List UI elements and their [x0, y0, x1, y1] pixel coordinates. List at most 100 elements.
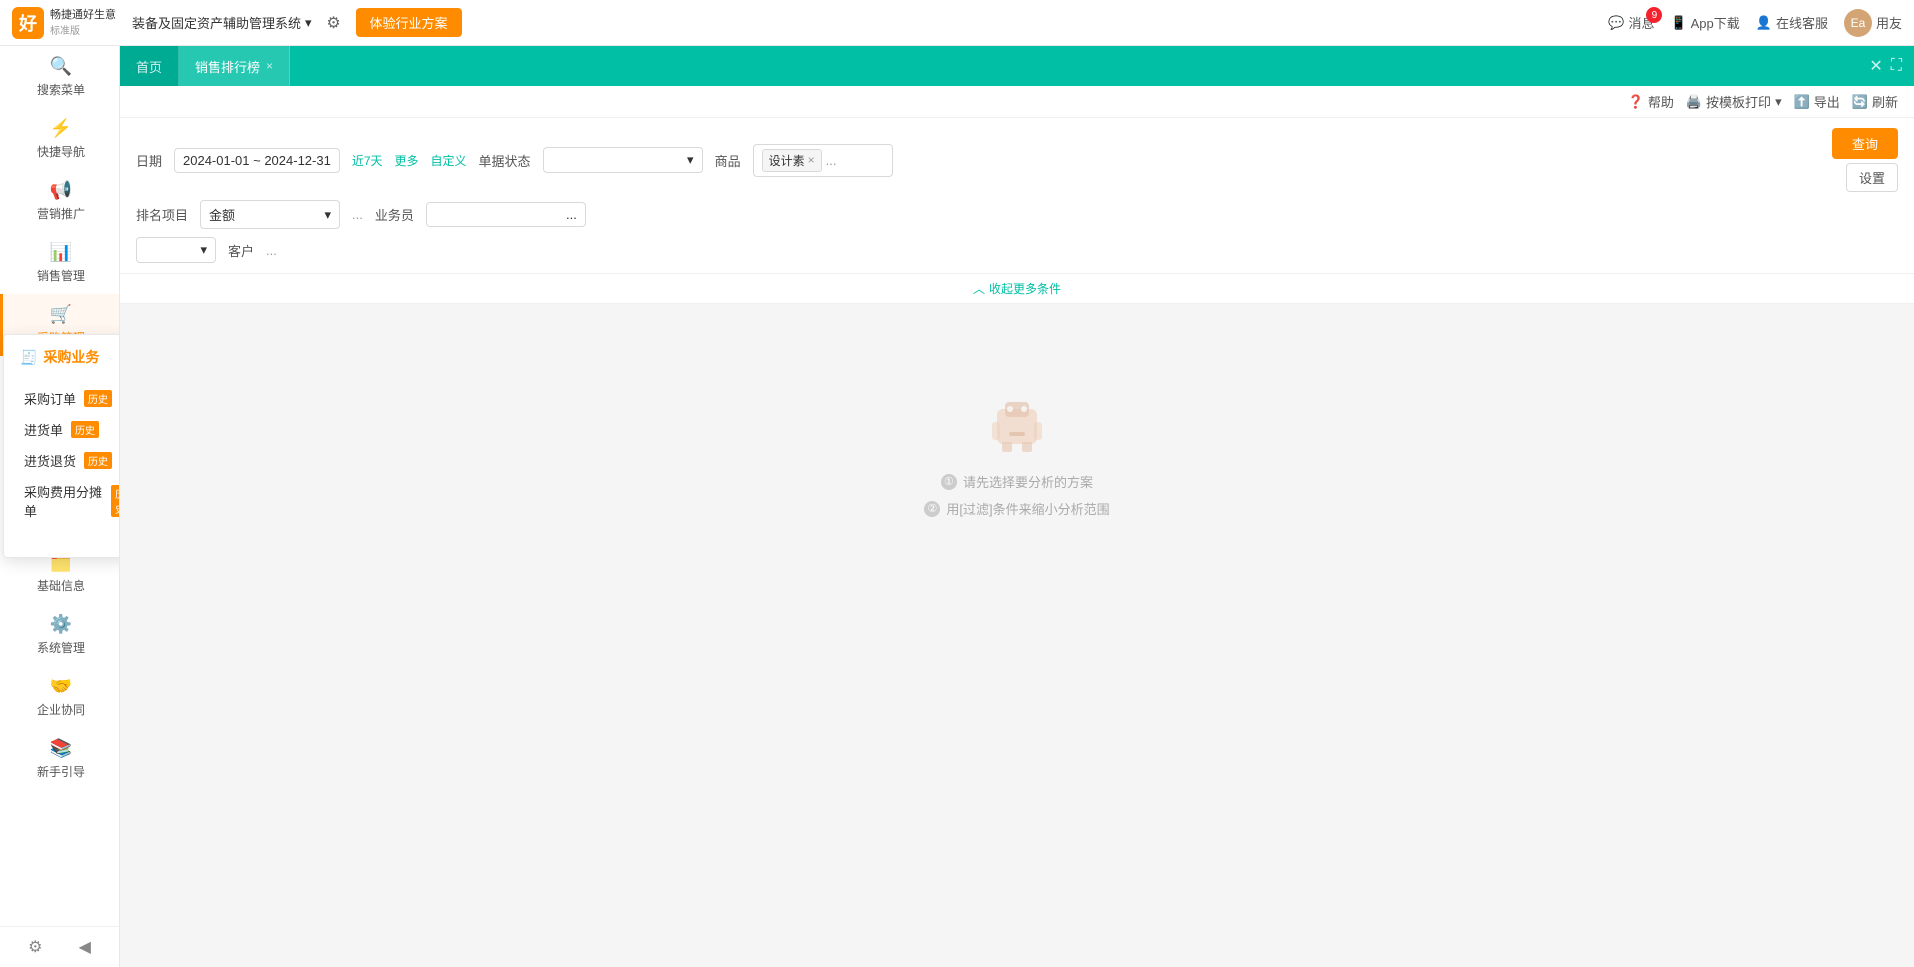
- sidebar-settings-btn[interactable]: ⚙: [28, 937, 42, 957]
- marketing-icon: 📢: [50, 180, 72, 201]
- goods-tag: 设计素 ×: [762, 149, 822, 172]
- online-service-label: 在线客服: [1776, 13, 1828, 32]
- print-action[interactable]: 🖨️ 按模板打印 ▾: [1686, 92, 1782, 111]
- goods-dots[interactable]: ...: [826, 153, 837, 168]
- sidebar-item-newbie[interactable]: 📚 新手引导: [0, 728, 119, 790]
- customer-row-chevron: ▾: [200, 242, 207, 258]
- empty-text-2: 用[过滤]条件来缩小分析范围: [946, 499, 1109, 518]
- return-history-tag: 历史: [84, 452, 112, 469]
- tab-close-btn[interactable]: ✕: [1869, 56, 1882, 76]
- popup-item-po[interactable]: 采购订单 历史: [20, 383, 120, 414]
- system-title-chevron[interactable]: ▾: [305, 15, 312, 31]
- rank-dots[interactable]: ...: [352, 207, 363, 222]
- tab-expand-btn[interactable]: ⛶: [1891, 57, 1902, 75]
- date-shortcut-custom[interactable]: 自定义: [431, 152, 467, 169]
- filter-row-3: ▾ 客户 ...: [136, 237, 1898, 263]
- hint-num-1: ①: [941, 474, 957, 490]
- date-range-value: 2024-01-01 ~ 2024-12-31: [183, 153, 331, 168]
- customer-dots[interactable]: ...: [266, 243, 277, 258]
- logo-icon: 好: [12, 7, 44, 39]
- tab-bar: 首页 销售排行榜 × ✕ ⛶: [120, 46, 1914, 86]
- goods-select[interactable]: 设计素 × ...: [753, 144, 893, 177]
- settings-icon-btn[interactable]: ⚙: [320, 9, 348, 37]
- popup-item-receipt[interactable]: 进货单 历史: [20, 414, 120, 445]
- message-badge: 9: [1646, 7, 1662, 23]
- refresh-action[interactable]: 🔄 刷新: [1852, 92, 1898, 111]
- message-btn[interactable]: 💬 消息 9: [1608, 13, 1654, 32]
- app-download-btn[interactable]: 📱 App下载: [1670, 13, 1739, 32]
- voucher-status-select[interactable]: ▾: [543, 147, 703, 173]
- system-title: 装备及固定资产辅助管理系统 ▾: [132, 13, 312, 32]
- collapse-up-icon: ︿: [973, 280, 985, 297]
- export-action[interactable]: ⬆️ 导出: [1794, 92, 1840, 111]
- filter-bar: 日期 2024-01-01 ~ 2024-12-31 近7天 更多 自定义 单据…: [120, 118, 1914, 274]
- empty-hint-2: ② 用[过滤]条件来缩小分析范围: [924, 499, 1109, 518]
- salesperson-label: 业务员: [375, 205, 414, 224]
- tab-sales-rank-label: 销售排行榜: [195, 57, 260, 76]
- goods-tag-text: 设计素: [769, 152, 805, 169]
- sidebar-item-sales[interactable]: 📊 销售管理: [0, 232, 119, 294]
- hint-num-2: ②: [924, 501, 940, 517]
- sidebar-item-marketing[interactable]: 📢 营销推广: [0, 170, 119, 232]
- main-content: 首页 销售排行榜 × ✕ ⛶ ❓ 帮助 🖨: [120, 46, 1914, 967]
- rank-value: 金额: [209, 205, 235, 224]
- purchase-icon: 🛒: [50, 304, 72, 325]
- export-label: 导出: [1814, 92, 1840, 111]
- receipt-label: 进货单: [24, 420, 63, 439]
- print-chevron[interactable]: ▾: [1775, 94, 1782, 110]
- tab-home-label: 首页: [136, 57, 162, 76]
- print-label: 按模板打印: [1706, 92, 1771, 111]
- voucher-status-label: 单据状态: [479, 151, 531, 170]
- content-area: ❓ 帮助 🖨️ 按模板打印 ▾ ⬆️ 导出 🔄 刷新: [120, 86, 1914, 967]
- nav-right: 💬 消息 9 📱 App下载 👤 在线客服 Ea 用友: [1608, 9, 1902, 37]
- rank-select[interactable]: 金额 ▾: [200, 200, 340, 229]
- popup-menu-inner: 🧾 采购业务 采购订单 历史 进货单 历史 进货退货: [20, 347, 120, 545]
- sidebar-item-purchase[interactable]: 🛒 采购管理 🧾 采购业务 采购订单 历史: [0, 294, 119, 356]
- tab-sales-rank[interactable]: 销售排行榜 ×: [179, 46, 290, 86]
- sidebar-bottom: ⚙ ◀: [0, 926, 119, 967]
- goods-label: 商品: [715, 151, 741, 170]
- tab-home[interactable]: 首页: [120, 46, 179, 86]
- sidebar: 🔍 搜索菜单 ⚡ 快捷导航 📢 营销推广 📊 销售管理 🛒 采购管理 🧾: [0, 46, 120, 967]
- popup-item-cost[interactable]: 采购费用分摊单 历史: [20, 476, 120, 526]
- search-btn[interactable]: 查询: [1832, 128, 1898, 159]
- sidebar-item-system[interactable]: ⚙️ 系统管理: [0, 604, 119, 666]
- salesperson-select[interactable]: ...: [426, 202, 586, 227]
- sidebar-collapse-btn[interactable]: ◀: [79, 937, 91, 957]
- sidebar-item-search[interactable]: 🔍 搜索菜单: [0, 46, 119, 108]
- sidebar-label-system: 系统管理: [37, 639, 85, 656]
- help-label: 帮助: [1648, 92, 1674, 111]
- message-icon: 💬: [1608, 15, 1624, 31]
- cost-label: 采购费用分摊单: [24, 482, 103, 520]
- po-label: 采购订单: [24, 389, 76, 408]
- popup-col-purchase-title: 🧾 采购业务: [20, 347, 120, 373]
- date-label: 日期: [136, 151, 162, 170]
- top-header: 好 畅捷通好生意 标准版 装备及固定资产辅助管理系统 ▾ ⚙ 体验行业方案 💬 …: [0, 0, 1914, 46]
- logo-name: 畅捷通好生意: [50, 8, 116, 22]
- setting-btn[interactable]: 设置: [1846, 163, 1898, 192]
- goods-tag-close[interactable]: ×: [808, 153, 815, 167]
- tab-bar-right: ✕ ⛶: [1869, 46, 1914, 86]
- industry-btn[interactable]: 体验行业方案: [356, 8, 462, 37]
- sidebar-label-base: 基础信息: [37, 577, 85, 594]
- avatar: Ea: [1844, 9, 1872, 37]
- help-action[interactable]: ❓ 帮助: [1628, 92, 1674, 111]
- content-scroll: ❓ 帮助 🖨️ 按模板打印 ▾ ⬆️ 导出 🔄 刷新: [120, 86, 1914, 967]
- date-shortcut-more[interactable]: 更多: [395, 152, 419, 169]
- sidebar-item-coop[interactable]: 🤝 企业协同: [0, 666, 119, 728]
- popup-item-return[interactable]: 进货退货 历史: [20, 445, 120, 476]
- purchase-col-icon: 🧾: [20, 349, 37, 366]
- filter-toolbar: ❓ 帮助 🖨️ 按模板打印 ▾ ⬆️ 导出 🔄 刷新: [120, 86, 1914, 118]
- sidebar-item-quick-nav[interactable]: ⚡ 快捷导航: [0, 108, 119, 170]
- date-shortcut-7d[interactable]: 近7天: [352, 152, 383, 169]
- date-range-picker[interactable]: 2024-01-01 ~ 2024-12-31: [174, 148, 340, 173]
- rank-chevron: ▾: [324, 207, 331, 223]
- refresh-icon: 🔄: [1852, 94, 1868, 110]
- sidebar-label-newbie: 新手引导: [37, 763, 85, 780]
- online-service-btn[interactable]: 👤 在线客服: [1756, 13, 1828, 32]
- tab-sales-rank-close[interactable]: ×: [266, 59, 273, 73]
- newbie-icon: 📚: [50, 738, 72, 759]
- collapse-bar[interactable]: ︿ 收起更多条件: [120, 274, 1914, 304]
- user-btn[interactable]: Ea 用友: [1844, 9, 1902, 37]
- customer-row-select[interactable]: ▾: [136, 237, 216, 263]
